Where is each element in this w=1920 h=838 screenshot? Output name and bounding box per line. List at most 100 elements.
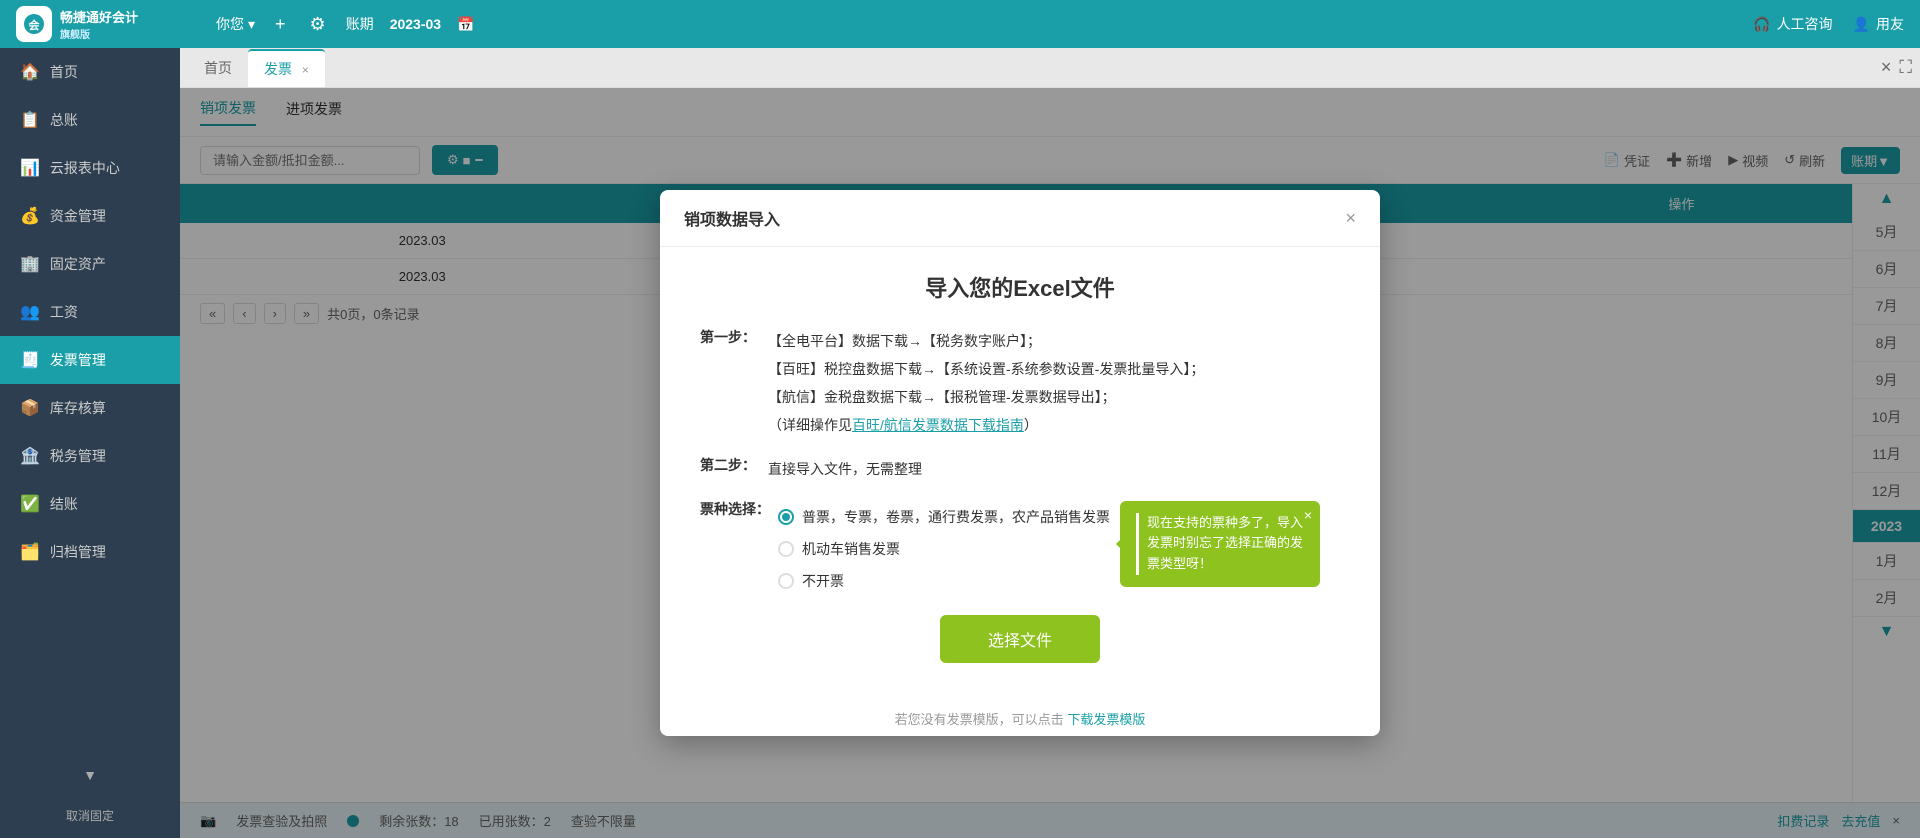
window-close-btn[interactable]: × (1881, 57, 1892, 78)
payroll-icon: 👥 (20, 302, 40, 322)
user-name: 你您 (216, 14, 244, 34)
sidebar-item-home[interactable]: 🏠 首页 (0, 48, 180, 96)
step1-line3: 【航信】金税盘数据下载→【报税管理-发票数据导出】； (768, 383, 1204, 411)
user-selector[interactable]: 你您 ▾ (216, 14, 255, 34)
scroll-down-btn: ▼ (0, 757, 180, 793)
logo-sub: 旗舰版 (60, 26, 138, 41)
sidebar-item-archive[interactable]: 🗂️ 归档管理 (0, 528, 180, 576)
radio-none-label: 不开票 (802, 571, 844, 591)
chart-icon: 📊 (20, 158, 40, 178)
step1-content: 【全电平台】数据下载→【税务数字账户】； 【百旺】税控盘数据下载→【系统设置-系… (764, 327, 1204, 439)
sidebar-item-ledger[interactable]: 📋 总账 (0, 96, 180, 144)
step1-label: 第一步： (700, 327, 756, 431)
modal-title: 销项数据导入 (684, 206, 780, 230)
modal-body: 导入您的Excel文件 第一步： 【全电平台】数据下载→【税务数字账户】； 【百… (660, 247, 1380, 693)
tooltip-popup: × 现在支持的票种多了，导入发票时别忘了选择正确的发票类型呀！ (1120, 501, 1320, 587)
calendar-icon: 📅 (457, 16, 474, 33)
consult-button[interactable]: 🎧 人工咨询 (1753, 14, 1832, 34)
step1-line1: 【全电平台】数据下载→【税务数字账户】； (768, 327, 1204, 355)
svg-text:会: 会 (29, 18, 41, 32)
settings-button[interactable]: ⚙ (306, 10, 330, 39)
sidebar: 🏠 首页 📋 总账 📊 云报表中心 💰 资金管理 🏢 固定资产 👥 工资 🧾 发… (0, 48, 180, 838)
invoice-icon: 🧾 (20, 350, 40, 370)
modal-footer: 若您没有发票模版，可以点击 下载发票模版 (660, 693, 1380, 736)
radio-none[interactable]: 不开票 (778, 571, 1110, 591)
radio-group: 普票，专票，卷票，通行费发票，农产品销售发票 机动车销售发票 不开票 (778, 507, 1110, 591)
step2-content: 直接导入文件，无需整理 (764, 455, 922, 483)
inventory-icon: 📦 (20, 398, 40, 418)
tab-bar: 首页 发票 × × ⛶ (180, 48, 1920, 88)
radio-vehicle-label: 机动车销售发票 (802, 539, 900, 559)
funds-icon: 💰 (20, 206, 40, 226)
checkout-icon: ✅ (20, 494, 40, 514)
logo-text: 畅捷通好会计 (60, 7, 138, 26)
tax-icon: 🏦 (20, 446, 40, 466)
window-maximize-btn[interactable]: ⛶ (1899, 57, 1912, 78)
sidebar-item-label: 资金管理 (50, 206, 106, 226)
content-area: 首页 发票 × × ⛶ 销项发票 进项发票 (180, 48, 1920, 838)
select-file-label: 选择文件 (988, 633, 1052, 650)
logo: 会 畅捷通好会计 旗舰版 (16, 6, 196, 42)
consult-label: 人工咨询 (1777, 14, 1833, 34)
sidebar-item-label: 工资 (50, 302, 78, 322)
cancel-fixed-btn[interactable]: 取消固定 (0, 793, 180, 838)
radio-none-circle (778, 573, 794, 589)
sidebar-item-label: 库存核算 (50, 398, 106, 418)
download-template-link[interactable]: 下载发票模版 (1067, 712, 1145, 727)
top-bar-center: 你您 ▾ + ⚙ 账期 2023-03 📅 (196, 10, 1753, 39)
modal-heading: 导入您的Excel文件 (700, 271, 1340, 303)
sidebar-item-label: 结账 (50, 494, 78, 514)
step2-label: 第二步： (700, 455, 756, 475)
radio-normal-label: 普票，专票，卷票，通行费发票，农产品销售发票 (802, 507, 1110, 527)
import-modal: 销项数据导入 × 导入您的Excel文件 第一步： 【全电平台】数据下载→【税务… (660, 190, 1380, 736)
modal-overlay: 销项数据导入 × 导入您的Excel文件 第一步： 【全电平台】数据下载→【税务… (180, 88, 1920, 838)
radio-vehicle[interactable]: 机动车销售发票 (778, 539, 1110, 559)
sidebar-item-label: 归档管理 (50, 542, 106, 562)
sidebar-item-tax[interactable]: 🏦 税务管理 (0, 432, 180, 480)
step1-link: （详细操作见百旺/航信发票数据下载指南） (768, 411, 1204, 439)
sidebar-item-label: 云报表中心 (50, 158, 120, 178)
radio-normal[interactable]: 普票，专票，卷票，通行费发票，农产品销售发票 (778, 507, 1110, 527)
sidebar-item-invoice[interactable]: 🧾 发票管理 (0, 336, 180, 384)
main-layout: 🏠 首页 📋 总账 📊 云报表中心 💰 资金管理 🏢 固定资产 👥 工资 🧾 发… (0, 48, 1920, 838)
building-icon: 🏢 (20, 254, 40, 274)
ticket-label: 票种选择： (700, 499, 770, 583)
top-bar-right: 🎧 人工咨询 👤 用友 (1753, 14, 1904, 34)
tab-close-invoice[interactable]: × (302, 63, 309, 77)
sidebar-item-checkout[interactable]: ✅ 结账 (0, 480, 180, 528)
user-icon: 👤 (1853, 16, 1870, 33)
radio-normal-circle (778, 509, 794, 525)
add-button[interactable]: + (271, 10, 290, 39)
tooltip-close-btn[interactable]: × (1304, 507, 1312, 523)
user-account-button[interactable]: 👤 用友 (1853, 14, 1904, 34)
sidebar-item-label: 固定资产 (50, 254, 106, 274)
step1-row: 第一步： 【全电平台】数据下载→【税务数字账户】； 【百旺】税控盘数据下载→【系… (700, 327, 1340, 439)
period-value: 2023-03 (390, 16, 441, 32)
step1-line2: 【百旺】税控盘数据下载→【系统设置-系统参数设置-发票批量导入】； (768, 355, 1204, 383)
radio-vehicle-circle (778, 541, 794, 557)
sidebar-item-inventory[interactable]: 📦 库存核算 (0, 384, 180, 432)
footer-text: 若您没有发票模版，可以点击 (895, 712, 1064, 727)
top-bar: 会 畅捷通好会计 旗舰版 你您 ▾ + ⚙ 账期 2023-03 📅 🎧 人工咨… (0, 0, 1920, 48)
tab-home[interactable]: 首页 (188, 50, 248, 86)
tab-invoice[interactable]: 发票 × (248, 49, 325, 87)
sidebar-item-funds[interactable]: 💰 资金管理 (0, 192, 180, 240)
headset-icon: 🎧 (1753, 16, 1770, 33)
select-file-btn[interactable]: 选择文件 (940, 615, 1100, 663)
sidebar-item-fixed-assets[interactable]: 🏢 固定资产 (0, 240, 180, 288)
period-label: 账期 (346, 14, 374, 34)
sidebar-item-cloud-report[interactable]: 📊 云报表中心 (0, 144, 180, 192)
ledger-icon: 📋 (20, 110, 40, 130)
tooltip-text-container: 现在支持的票种多了，导入发票时别忘了选择正确的发票类型呀！ (1136, 513, 1304, 575)
sidebar-item-payroll[interactable]: 👥 工资 (0, 288, 180, 336)
modal-header: 销项数据导入 × (660, 190, 1380, 247)
logo-icon: 会 (16, 6, 52, 42)
chevron-down-icon: ▾ (248, 16, 255, 33)
sidebar-item-label: 税务管理 (50, 446, 106, 466)
sidebar-item-label: 发票管理 (50, 350, 106, 370)
archive-icon: 🗂️ (20, 542, 40, 562)
guide-link[interactable]: 百旺/航信发票数据下载指南 (852, 417, 1024, 433)
modal-close-btn[interactable]: × (1345, 208, 1356, 229)
home-icon: 🏠 (20, 62, 40, 82)
sidebar-item-label: 首页 (50, 62, 78, 82)
